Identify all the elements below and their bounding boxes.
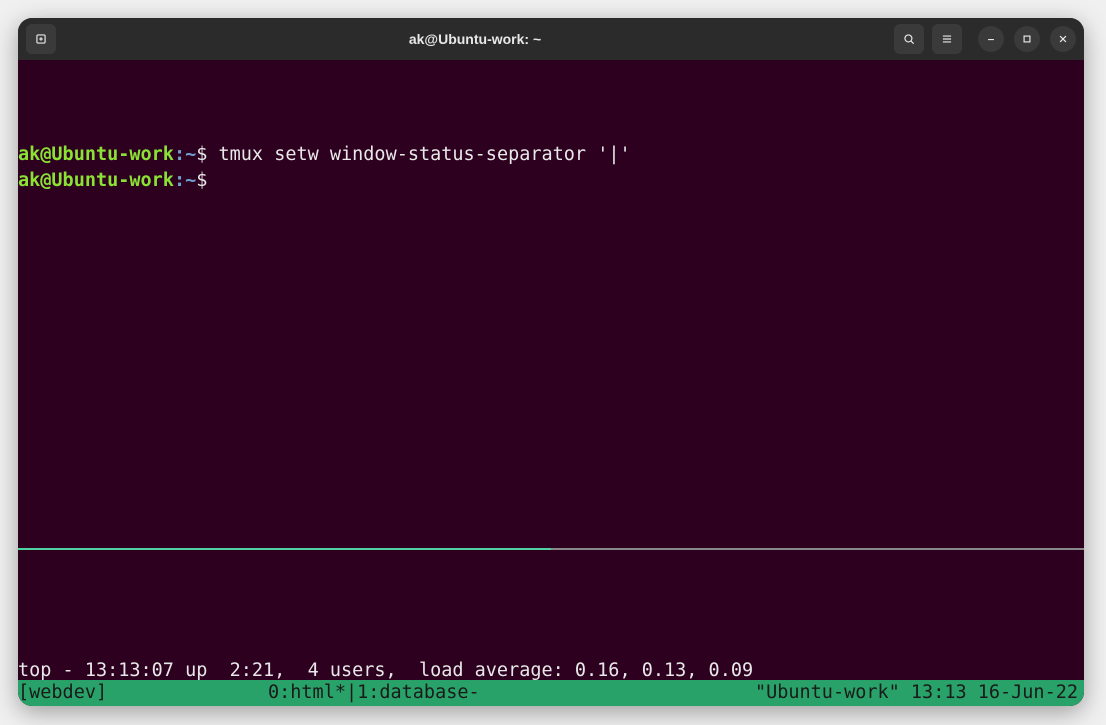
tmux-status-bar[interactable]: [webdev] 0:html*|1:database- "Ubuntu-wor… [18, 680, 1084, 706]
prompt-user: ak@Ubuntu-work [18, 144, 174, 165]
prompt-user: ak@Ubuntu-work [18, 170, 174, 191]
top-summary-line: top - 13:13:07 up 2:21, 4 users, load av… [18, 660, 753, 681]
divider-active [18, 548, 551, 550]
prompt-path: ~ [185, 170, 196, 191]
close-button[interactable] [1050, 26, 1076, 52]
titlebar: ak@Ubuntu-work: ~ [18, 18, 1084, 60]
menu-button[interactable] [932, 24, 962, 54]
search-button[interactable] [894, 24, 924, 54]
minimize-button[interactable] [978, 26, 1004, 52]
prompt-symbol: $ [196, 170, 207, 191]
window-title: ak@Ubuntu-work: ~ [62, 31, 888, 47]
maximize-button[interactable] [1014, 26, 1040, 52]
tmux-window-list[interactable]: 0:html*|1:database- [268, 680, 480, 706]
new-tab-button[interactable] [26, 24, 56, 54]
prompt-symbol: $ [196, 144, 207, 165]
terminal-window: ak@Ubuntu-work: ~ ak@Ubuntu-wor [18, 18, 1084, 706]
prompt-path: ~ [185, 144, 196, 165]
tmux-pane-divider[interactable] [18, 548, 1084, 550]
tmux-status-right: "Ubuntu-work" 13:13 16-Jun-22 [755, 680, 1078, 706]
terminal-body[interactable]: ak@Ubuntu-work:~$ tmux setw window-statu… [18, 60, 1084, 706]
command-1: tmux setw window-status-separator '|' [219, 144, 631, 165]
tmux-session-name[interactable]: [webdev] [18, 680, 107, 706]
divider-inactive [551, 548, 1084, 550]
tmux-pane-top[interactable]: ak@Ubuntu-work:~$ tmux setw window-statu… [18, 112, 1084, 220]
